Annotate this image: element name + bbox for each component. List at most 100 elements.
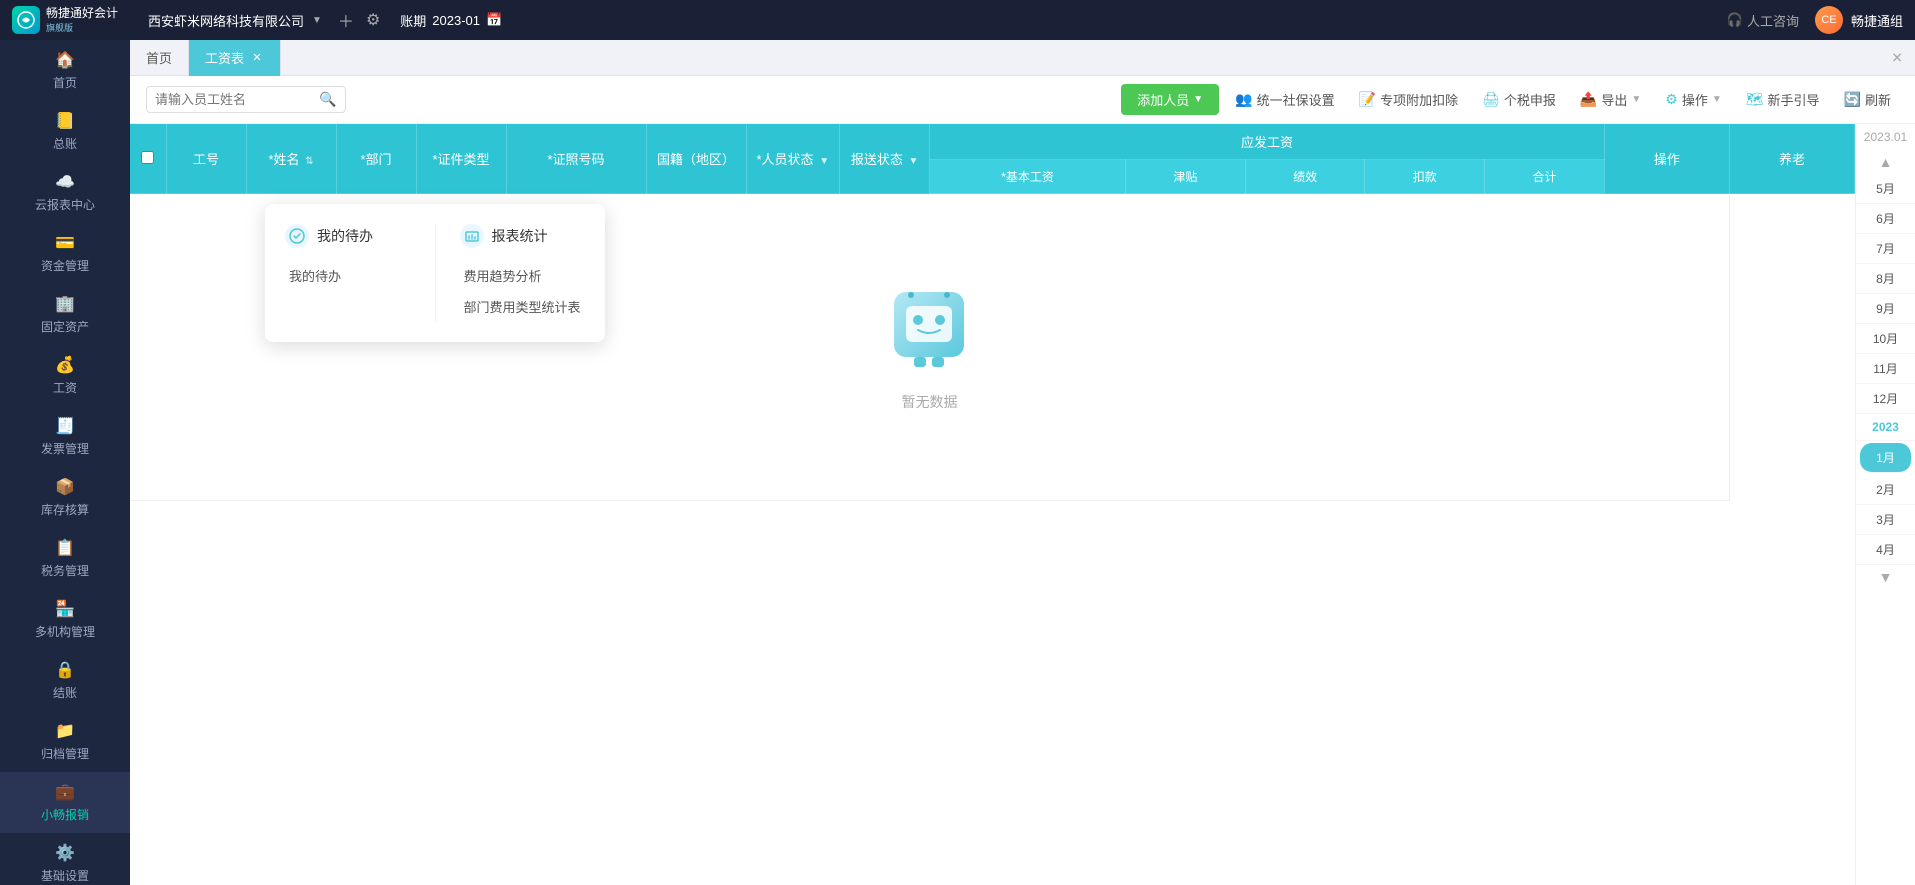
report-filter-icon[interactable]: ▼: [908, 156, 918, 167]
period-area: 账期 2023-01 📅: [400, 11, 502, 30]
empty-text: 暂无数据: [901, 392, 957, 412]
social-icon: 👥: [1235, 91, 1252, 108]
guide-toolbar-label: 新手引导: [1768, 90, 1820, 109]
deduction-btn[interactable]: 📝 专项附加扣除: [1351, 86, 1466, 113]
month-12[interactable]: 12月: [1856, 384, 1915, 414]
tax-report-label: 个税申报: [1504, 90, 1556, 109]
deduct-label: 专项附加扣除: [1380, 90, 1458, 109]
year-panel-prev[interactable]: ▲: [1875, 150, 1897, 174]
social-security-btn[interactable]: 👥 统一社保设置: [1227, 86, 1342, 113]
operate-icon: ⚙: [1665, 91, 1678, 108]
sidebar-item-assets[interactable]: 🏢 固定资产: [0, 284, 130, 345]
logo-text-block: 畅捷通好会计 旗舰版: [46, 6, 118, 33]
company-dropdown-arrow: ▼: [312, 15, 322, 26]
export-icon: 📤: [1580, 91, 1597, 108]
th-allowance: 津贴: [1126, 160, 1246, 194]
table-year-wrap: 工号 *姓名 ⇅ *部门 *证件类型: [130, 124, 1915, 885]
tab-close-btn[interactable]: ✕: [250, 51, 264, 65]
th-nation: 国籍（地区）: [646, 124, 746, 194]
operate-arrow: ▼: [1712, 94, 1722, 105]
sidebar-item-salary[interactable]: 💰 工资: [0, 345, 130, 406]
cloud-icon: ☁️: [55, 172, 75, 192]
add-person-btn[interactable]: 添加人员 ▼: [1121, 84, 1219, 115]
sidebar-label-invoice: 发票管理: [41, 440, 89, 457]
month-7[interactable]: 7月: [1856, 234, 1915, 264]
sidebar-item-archive[interactable]: 📁 归档管理: [0, 711, 130, 772]
sidebar-item-basic[interactable]: ⚙️ 基础设置: [0, 833, 130, 885]
sidebar-label-multi: 多机构管理: [35, 623, 95, 640]
popup-col-todo: 我的待办 我的待办: [285, 224, 411, 322]
operate-label: 操作: [1682, 90, 1708, 109]
month-8[interactable]: 8月: [1856, 264, 1915, 294]
close-accounts-icon: 🔒: [55, 660, 75, 680]
month-5[interactable]: 5月: [1856, 174, 1915, 204]
th-base-salary: *基本工资: [930, 160, 1126, 194]
invoice-icon: 🧾: [55, 416, 75, 436]
month-10[interactable]: 10月: [1856, 324, 1915, 354]
period-label: 账期: [400, 11, 426, 30]
new-guide-btn[interactable]: 🗺 新手引导: [1738, 86, 1828, 113]
sidebar-item-xpao[interactable]: 💼 小畅报销: [0, 772, 130, 833]
month-9[interactable]: 9月: [1856, 294, 1915, 324]
th-report: 报送状态 ▼: [840, 124, 930, 194]
inventory-icon: 📦: [55, 477, 75, 497]
th-checkbox[interactable]: [130, 124, 166, 194]
operate-btn[interactable]: ⚙ 操作 ▼: [1657, 86, 1729, 113]
sidebar-item-reports[interactable]: ☁️ 云报表中心: [0, 162, 130, 223]
tabs-bar: 首页 工资表 ✕ ✕: [130, 40, 1915, 76]
home-icon: 🏠: [55, 50, 75, 70]
search-input[interactable]: [155, 92, 315, 107]
sidebar-item-home[interactable]: 🏠 首页: [0, 40, 130, 101]
month-3-2023[interactable]: 3月: [1856, 505, 1915, 535]
archive-icon: 📁: [55, 721, 75, 741]
th-idtype: *证件类型: [416, 124, 506, 194]
export-btn[interactable]: 📤 导出 ▼: [1572, 86, 1649, 113]
month-2-2023[interactable]: 2月: [1856, 475, 1915, 505]
user-name-label: 畅捷通组: [1851, 11, 1903, 30]
sidebar-item-ledger[interactable]: 📒 总账: [0, 101, 130, 162]
popup-item-cost-trend[interactable]: 费用趋势分析: [460, 260, 586, 291]
sidebar-label-archive: 归档管理: [41, 745, 89, 762]
sidebar-item-close[interactable]: 🔒 结账: [0, 650, 130, 711]
th-salary-group: 应发工资: [930, 124, 1605, 160]
status-filter-icon[interactable]: ▼: [819, 156, 829, 167]
sidebar-item-finance[interactable]: 💳 资金管理: [0, 223, 130, 284]
salary-icon: 💰: [55, 355, 75, 375]
popup-item-todo[interactable]: 我的待办: [285, 260, 411, 291]
assets-icon: 🏢: [55, 294, 75, 314]
social-label: 统一社保设置: [1257, 90, 1335, 109]
sidebar-label-ledger: 总账: [53, 135, 77, 152]
tab-salary-table[interactable]: 工资表 ✕: [189, 40, 281, 76]
tax-report-icon: 🖨: [1482, 91, 1500, 108]
refresh-icon: 🔄: [1844, 91, 1861, 108]
tab-home[interactable]: 首页: [130, 40, 189, 76]
popup-reports-title: 报表统计: [492, 226, 548, 246]
sidebar-item-multi[interactable]: 🏪 多机构管理: [0, 589, 130, 650]
month-4-2023[interactable]: 4月: [1856, 535, 1915, 565]
calendar-icon[interactable]: 📅: [486, 12, 502, 28]
month-11[interactable]: 11月: [1856, 354, 1915, 384]
sidebar-label-tax: 税务管理: [41, 562, 89, 579]
user-initials: CE: [1821, 14, 1836, 26]
select-all-checkbox[interactable]: [141, 151, 154, 164]
year-panel-next[interactable]: ▼: [1875, 565, 1897, 589]
sidebar-item-tax[interactable]: 📋 税务管理: [0, 528, 130, 589]
sidebar-item-inventory[interactable]: 📦 库存核算: [0, 467, 130, 528]
tax-report-btn[interactable]: 🖨 个税申报: [1474, 86, 1564, 113]
tab-home-label: 首页: [146, 48, 172, 67]
month-6[interactable]: 6月: [1856, 204, 1915, 234]
sidebar-label-basic: 基础设置: [41, 867, 89, 884]
period-value: 2023-01: [432, 13, 480, 28]
popup-item-dept-cost[interactable]: 部门费用类型统计表: [460, 291, 586, 322]
customer-service-btn[interactable]: 🎧 人工咨询: [1727, 11, 1799, 30]
company-selector[interactable]: 西安虾米网络科技有限公司 ▼: [148, 11, 322, 30]
search-icon[interactable]: 🔍: [319, 91, 336, 108]
add-company-btn[interactable]: ＋: [338, 8, 354, 32]
window-close-btn[interactable]: ✕: [1891, 49, 1903, 66]
month-1-2023[interactable]: 1月: [1860, 443, 1911, 473]
add-person-label: 添加人员: [1137, 90, 1189, 109]
name-sort-icon[interactable]: ⇅: [305, 156, 313, 167]
settings-btn[interactable]: ⚙: [366, 10, 380, 30]
refresh-btn[interactable]: 🔄 刷新: [1836, 86, 1899, 113]
sidebar-item-invoice[interactable]: 🧾 发票管理: [0, 406, 130, 467]
